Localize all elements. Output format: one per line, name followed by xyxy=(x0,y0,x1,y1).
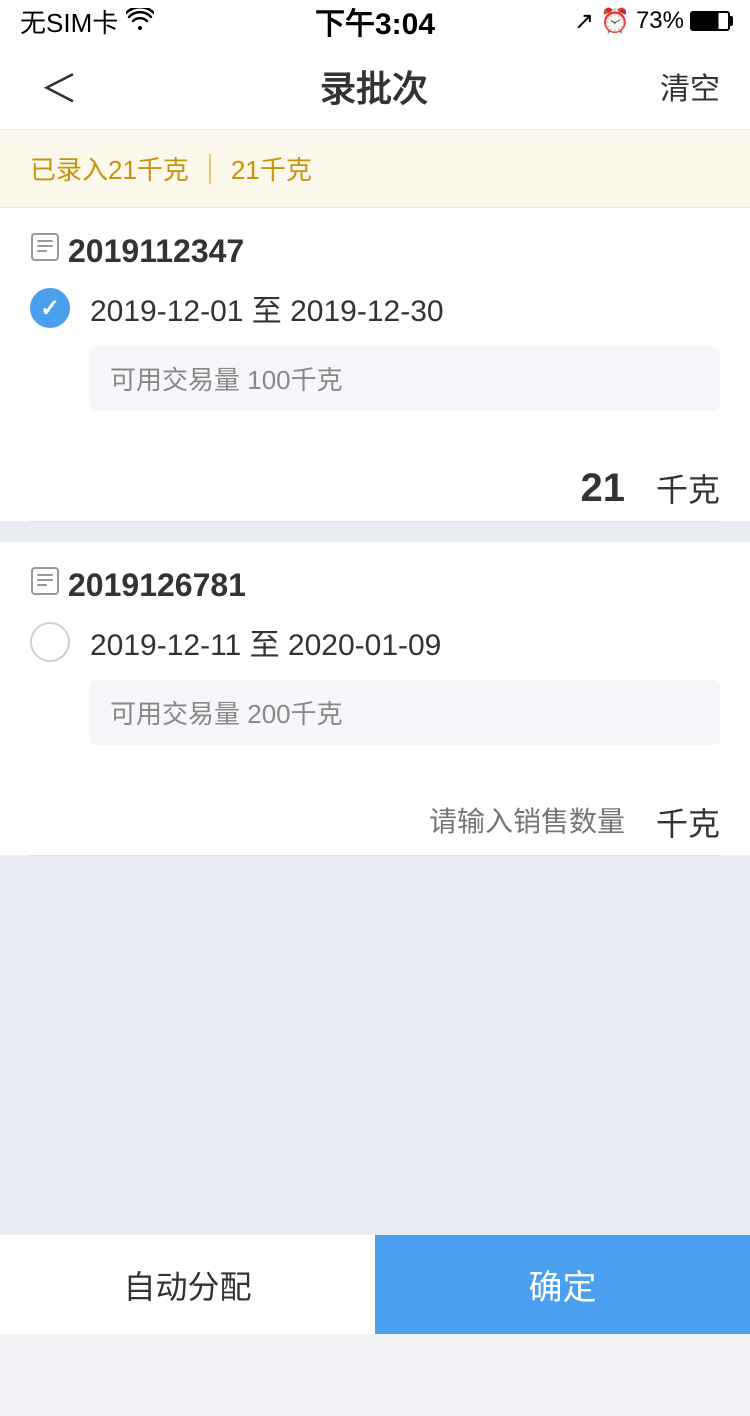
batch-stock-1: 可用交易量 100千克 xyxy=(90,346,720,411)
no-sim-text: 无SIM卡 xyxy=(20,3,118,40)
status-bar: 无SIM卡 下午3:04 ↗ ⏰ 73% xyxy=(0,0,750,42)
location-icon: ↗ xyxy=(574,7,594,36)
alarm-icon: ⏰ xyxy=(600,7,630,36)
batch-id-2: 2019126781 xyxy=(68,567,246,604)
status-left: 无SIM卡 xyxy=(20,3,154,40)
nav-bar: ＜ 录批次 清空 xyxy=(0,42,750,130)
batch-doc-icon-1 xyxy=(30,232,60,270)
info-banner: 已录入21千克 21千克 xyxy=(0,130,750,208)
batch-item-1: 2019112347 2019-12-01 至 2019-12-30 可用交易量… xyxy=(0,208,750,445)
batch-stock-2: 可用交易量 200千克 xyxy=(90,680,720,745)
section-divider xyxy=(0,522,750,542)
status-right: ↗ ⏰ 73% xyxy=(574,7,730,36)
batch-doc-icon-2 xyxy=(30,566,60,604)
recorded-label: 已录入21千克 xyxy=(30,150,189,187)
batch-item-2: 2019126781 2019-12-11 至 2020-01-09 可用交易量… xyxy=(0,542,750,779)
confirm-button[interactable]: 确定 xyxy=(375,1235,750,1334)
batch-id-row-1: 2019112347 xyxy=(30,232,720,270)
qty-unit-2: 千克 xyxy=(656,799,720,845)
batch-id-row-2: 2019126781 xyxy=(30,566,720,604)
batch-date-1: 2019-12-01 至 2019-12-30 xyxy=(90,286,444,330)
qty-unit-1: 千克 xyxy=(656,465,720,511)
wifi-icon xyxy=(126,6,154,37)
back-button[interactable]: ＜ xyxy=(30,48,88,123)
quantity-input-1[interactable] xyxy=(520,466,640,511)
batch-date-row-2: 2019-12-11 至 2020-01-09 xyxy=(30,620,720,664)
info-divider xyxy=(209,154,211,184)
footer: 自动分配 确定 xyxy=(0,1234,750,1334)
batch-id-1: 2019112347 xyxy=(68,233,244,270)
battery-text: 73% xyxy=(636,7,684,35)
batch-stock-text-2: 可用交易量 200千克 xyxy=(110,699,343,729)
battery-icon xyxy=(690,11,730,31)
batch-date-row-1: 2019-12-01 至 2019-12-30 xyxy=(30,286,720,330)
batch-date-2: 2019-12-11 至 2020-01-09 xyxy=(90,620,441,664)
qty-row-2: 千克 xyxy=(0,779,750,855)
radio-2[interactable] xyxy=(30,622,70,662)
status-time: 下午3:04 xyxy=(315,0,435,43)
page-title: 录批次 xyxy=(320,60,428,112)
batch-stock-text-1: 可用交易量 100千克 xyxy=(110,365,343,395)
total-label: 21千克 xyxy=(231,150,312,187)
quantity-input-2[interactable] xyxy=(30,806,640,838)
radio-1[interactable] xyxy=(30,288,70,328)
auto-distribute-button[interactable]: 自动分配 xyxy=(0,1235,375,1334)
qty-row-1: 千克 xyxy=(0,445,750,521)
clear-button[interactable]: 清空 xyxy=(660,64,720,108)
